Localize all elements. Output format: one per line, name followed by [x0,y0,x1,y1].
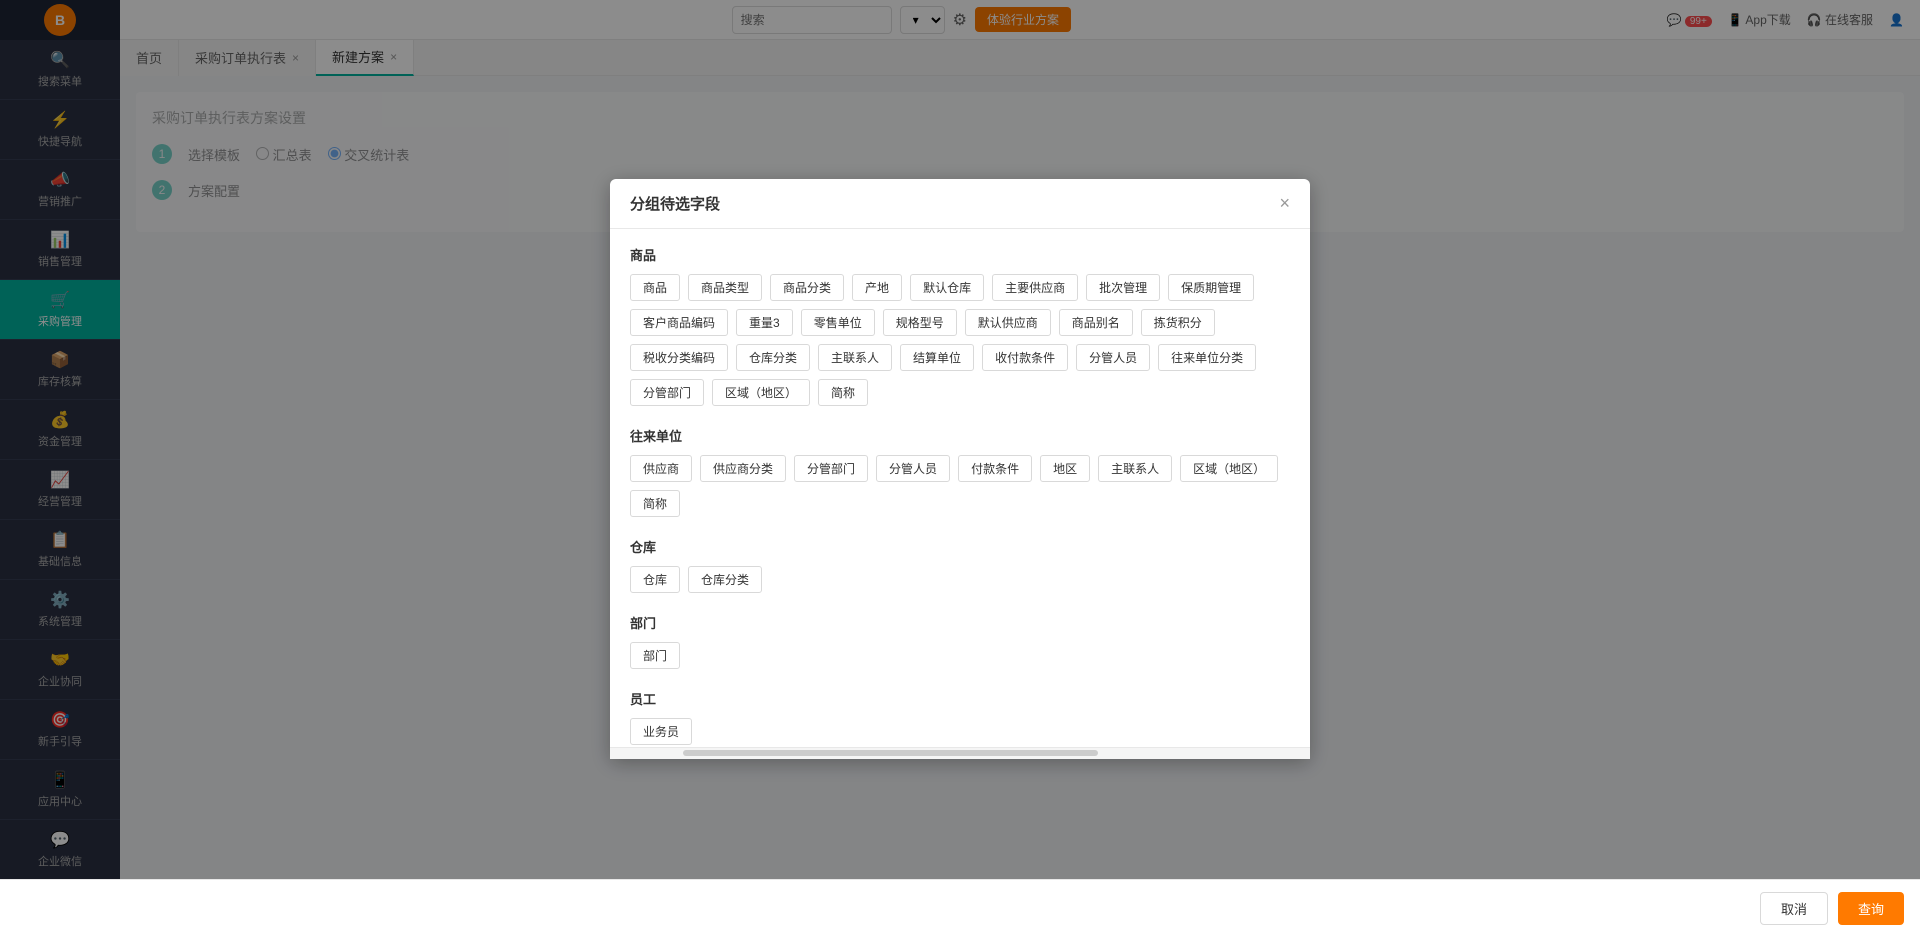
field-tag-4-0[interactable]: 业务员 [630,718,692,745]
confirm-button[interactable]: 查询 [1838,892,1904,925]
hscroll-thumb [683,750,1098,756]
section-title-3: 部门 [630,613,1290,632]
cancel-button[interactable]: 取消 [1760,892,1828,925]
field-tag-1-6[interactable]: 主联系人 [1098,455,1172,482]
field-tag-0-13[interactable]: 商品别名 [1059,309,1133,336]
field-section-员工: 员工业务员 [630,689,1290,745]
field-grid-3: 部门 [630,642,1290,669]
section-title-1: 往来单位 [630,426,1290,445]
modal-title: 分组待选字段 [630,193,720,214]
field-grid-0: 商品商品类型商品分类产地默认仓库主要供应商批次管理保质期管理客户商品编码重量3 零… [630,274,1290,406]
field-tag-0-24[interactable]: 简称 [818,379,868,406]
field-grid-1: 供应商供应商分类分管部门分管人员付款条件地区主联系人区域（地区） 简称 [630,455,1290,517]
field-tag-1-0[interactable]: 供应商 [630,455,692,482]
field-tag-1-4[interactable]: 付款条件 [958,455,1032,482]
field-tag-2-0[interactable]: 仓库 [630,566,680,593]
field-tag-2-1[interactable]: 仓库分类 [688,566,762,593]
field-tag-0-3[interactable]: 产地 [852,274,902,301]
field-select-modal: 分组待选字段 × 商品商品商品类型商品分类产地默认仓库主要供应商批次管理保质期管… [610,179,1310,759]
field-tag-0-17[interactable]: 主联系人 [818,344,892,371]
modal-close-btn[interactable]: × [1279,194,1290,212]
field-section-往来单位: 往来单位供应商供应商分类分管部门分管人员付款条件地区主联系人区域（地区） 简称 [630,426,1290,517]
field-tag-0-16[interactable]: 仓库分类 [736,344,810,371]
field-tag-0-5[interactable]: 主要供应商 [992,274,1078,301]
field-tag-1-7[interactable]: 区域（地区） [1180,455,1278,482]
field-tag-0-19[interactable]: 收付款条件 [982,344,1068,371]
field-tag-0-11[interactable]: 规格型号 [883,309,957,336]
field-tag-1-8[interactable]: 简称 [630,490,680,517]
field-section-部门: 部门部门 [630,613,1290,669]
field-grid-2: 仓库仓库分类 [630,566,1290,593]
modal-horizontal-scrollbar[interactable] [610,747,1310,759]
field-tag-0-12[interactable]: 默认供应商 [965,309,1051,336]
field-tag-0-23[interactable]: 区域（地区） [712,379,810,406]
field-tag-0-21[interactable]: 往来单位分类 [1158,344,1256,371]
field-tag-1-1[interactable]: 供应商分类 [700,455,786,482]
field-tag-0-18[interactable]: 结算单位 [900,344,974,371]
field-tag-0-2[interactable]: 商品分类 [770,274,844,301]
modal-body: 商品商品商品类型商品分类产地默认仓库主要供应商批次管理保质期管理客户商品编码重量… [610,229,1310,747]
field-tag-0-20[interactable]: 分管人员 [1076,344,1150,371]
field-grid-4: 业务员 [630,718,1290,745]
field-tag-0-22[interactable]: 分管部门 [630,379,704,406]
section-title-2: 仓库 [630,537,1290,556]
section-title-0: 商品 [630,245,1290,264]
field-tag-3-0[interactable]: 部门 [630,642,680,669]
field-tag-1-3[interactable]: 分管人员 [876,455,950,482]
section-title-4: 员工 [630,689,1290,708]
field-tag-0-1[interactable]: 商品类型 [688,274,762,301]
modal-overlay[interactable]: 分组待选字段 × 商品商品商品类型商品分类产地默认仓库主要供应商批次管理保质期管… [0,0,1920,937]
field-section-商品: 商品商品商品类型商品分类产地默认仓库主要供应商批次管理保质期管理客户商品编码重量… [630,245,1290,406]
field-section-仓库: 仓库仓库仓库分类 [630,537,1290,593]
field-tag-0-14[interactable]: 拣货积分 [1141,309,1215,336]
field-tag-0-8[interactable]: 客户商品编码 [630,309,728,336]
field-tag-0-0[interactable]: 商品 [630,274,680,301]
field-tag-0-7[interactable]: 保质期管理 [1168,274,1254,301]
field-tag-1-2[interactable]: 分管部门 [794,455,868,482]
field-tag-0-4[interactable]: 默认仓库 [910,274,984,301]
field-tag-0-6[interactable]: 批次管理 [1086,274,1160,301]
modal-header: 分组待选字段 × [610,179,1310,229]
field-tag-0-9[interactable]: 重量3 [736,309,793,336]
modal-footer: 取消 查询 [0,879,1920,937]
field-tag-0-15[interactable]: 税收分类编码 [630,344,728,371]
field-tag-0-10[interactable]: 零售单位 [801,309,875,336]
field-tag-1-5[interactable]: 地区 [1040,455,1090,482]
